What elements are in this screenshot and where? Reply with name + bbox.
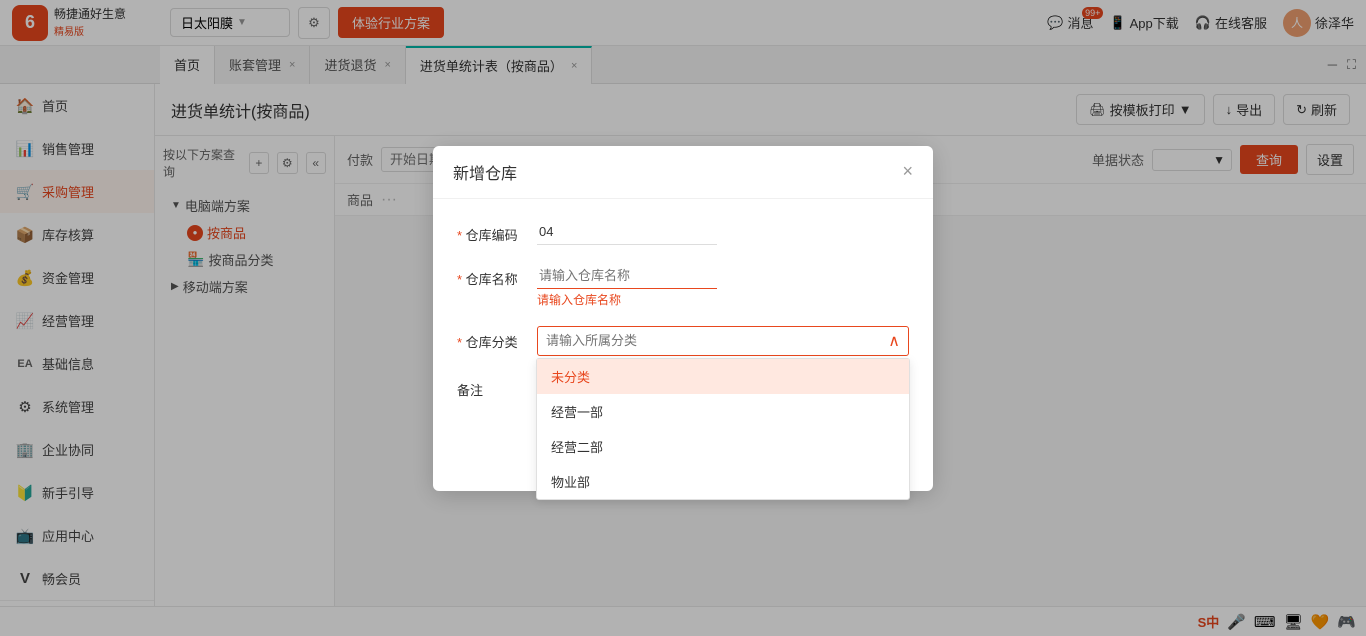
warehouse-name-label: 仓库名称: [457, 263, 537, 288]
dialog-title: 新增仓库: [453, 160, 517, 184]
warehouse-name-group: 仓库名称 请输入仓库名称: [457, 263, 909, 308]
warehouse-code-input[interactable]: [537, 219, 717, 245]
warehouse-name-input[interactable]: [537, 263, 717, 289]
warehouse-code-group: 仓库编码: [457, 219, 909, 245]
dialog-header: 新增仓库 ×: [433, 146, 933, 199]
dropdown-item-property[interactable]: 物业部: [537, 464, 909, 499]
warehouse-code-label: 仓库编码: [457, 219, 537, 244]
warehouse-remark-label: 备注: [457, 374, 537, 399]
warehouse-category-label: 仓库分类: [457, 326, 537, 351]
dialog-close-button[interactable]: ×: [902, 161, 913, 182]
dropdown-item-uncategorized[interactable]: 未分类: [537, 359, 909, 394]
dropdown-item-dept2[interactable]: 经营二部: [537, 429, 909, 464]
dialog-body: 仓库编码 仓库名称 请输入仓库名称 仓库分类 ∧: [433, 199, 933, 438]
warehouse-category-group: 仓库分类 ∧ 未分类 经营一部 经营二部 物业部: [457, 326, 909, 356]
category-input-wrap[interactable]: ∧: [537, 326, 909, 356]
dropdown-item-dept1[interactable]: 经营一部: [537, 394, 909, 429]
modal-overlay[interactable]: 新增仓库 × 仓库编码 仓库名称 请输入仓库名称 仓库分类: [0, 0, 1366, 636]
category-search-input[interactable]: [546, 333, 888, 348]
add-warehouse-dialog: 新增仓库 × 仓库编码 仓库名称 请输入仓库名称 仓库分类: [433, 146, 933, 491]
warehouse-name-error: 请输入仓库名称: [537, 291, 909, 308]
category-toggle-icon[interactable]: ∧: [888, 331, 900, 351]
category-dropdown: 未分类 经营一部 经营二部 物业部: [536, 358, 910, 500]
